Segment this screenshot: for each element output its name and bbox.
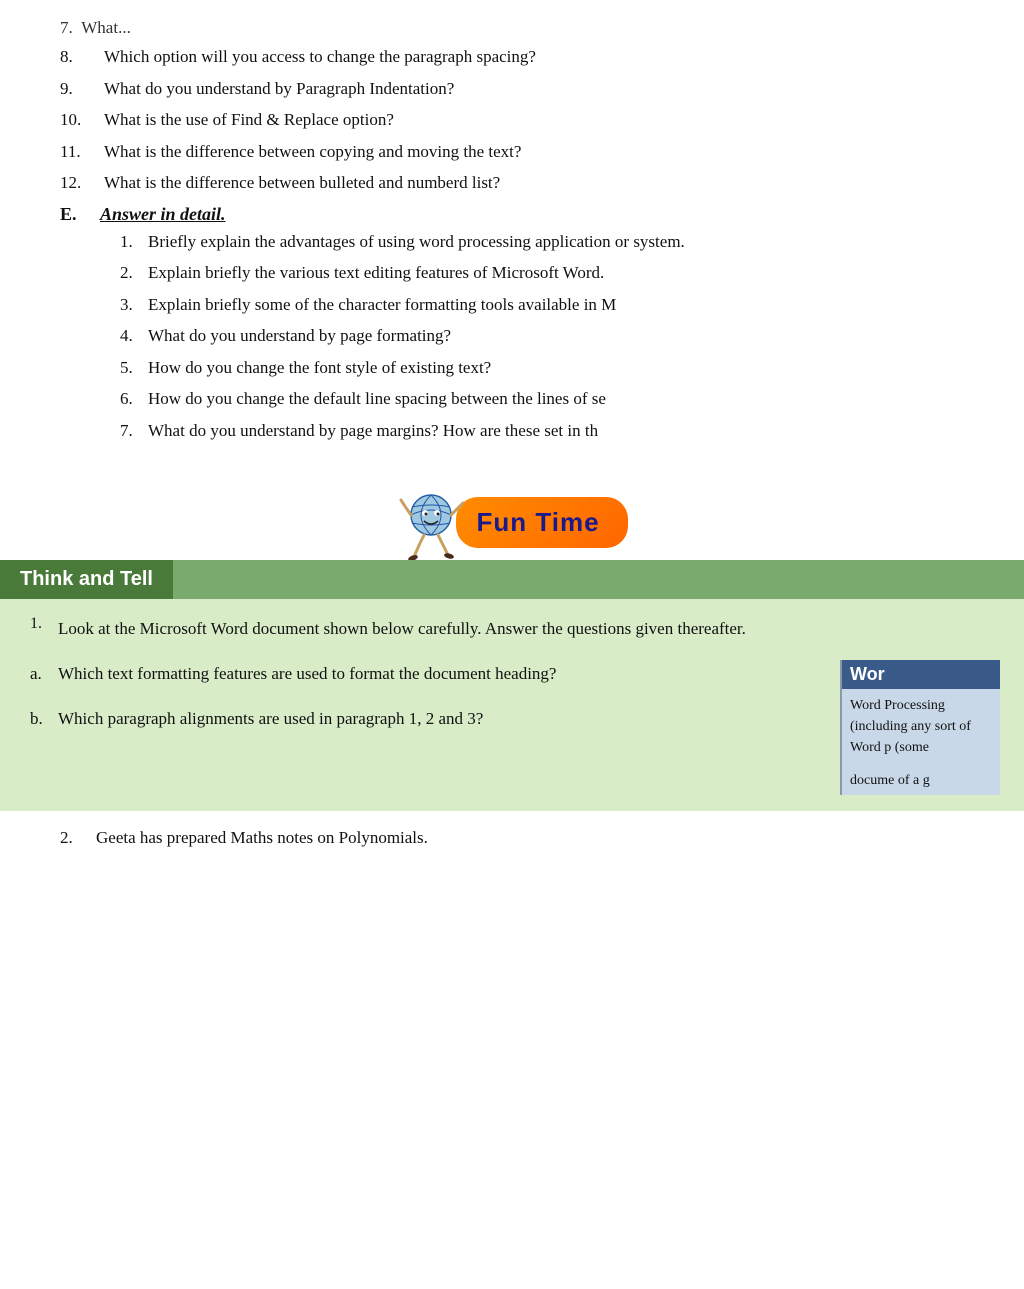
q-text: What is the difference between bulleted …: [104, 170, 994, 196]
sq-letter-b: b.: [30, 705, 58, 732]
list-item: a. Which text formatting features are us…: [30, 660, 830, 687]
question-list: 8. Which option will you access to chang…: [60, 44, 994, 196]
se-text: Explain briefly some of the character fo…: [148, 292, 994, 318]
sq-text-a: Which text formatting features are used …: [58, 660, 830, 687]
se-number: 5.: [120, 355, 148, 381]
think-and-tell-content: 1. Look at the Microsoft Word document s…: [0, 599, 1024, 811]
bq-text: Geeta has prepared Maths notes on Polyno…: [96, 825, 428, 851]
sq-letter-a: a.: [30, 660, 58, 687]
list-item: 10. What is the use of Find & Replace op…: [60, 107, 994, 133]
side-panel-header: Wor: [842, 660, 1000, 689]
list-item: 5. How do you change the font style of e…: [120, 355, 994, 381]
subquestions-left: a. Which text formatting features are us…: [30, 660, 840, 795]
fun-time-badge: Fun Time: [396, 485, 627, 560]
se-text: What do you understand by page margins? …: [148, 418, 994, 444]
se-number: 2.: [120, 260, 148, 286]
se-text: How do you change the font style of exis…: [148, 355, 994, 381]
q-number: 10.: [60, 107, 104, 133]
section-e-label: E.: [60, 204, 90, 225]
side-panel: Wor Word Processing (including any sort …: [840, 660, 1000, 795]
q-text: What is the difference between copying a…: [104, 139, 994, 165]
q-text: What do you understand by Paragraph Inde…: [104, 76, 994, 102]
list-item: 1. Briefly explain the advantages of usi…: [120, 229, 994, 255]
think-and-tell-section: Think and Tell 1. Look at the Microsoft …: [0, 560, 1024, 811]
se-number: 1.: [120, 229, 148, 255]
list-item: 4. What do you understand by page format…: [120, 323, 994, 349]
tt-q1-text: Look at the Microsoft Word document show…: [58, 615, 746, 642]
se-text: Explain briefly the various text editing…: [148, 260, 994, 286]
think-and-tell-q1: 1. Look at the Microsoft Word document s…: [30, 615, 1000, 652]
side-panel-text-bottom: docume of a g: [850, 770, 992, 791]
list-item: 9. What do you understand by Paragraph I…: [60, 76, 994, 102]
fun-time-label: Fun Time: [476, 507, 599, 538]
q-number: 11.: [60, 139, 104, 165]
list-item: 3. Explain briefly some of the character…: [120, 292, 994, 318]
q-text: What is the use of Find & Replace option…: [104, 107, 994, 133]
list-item: 11. What is the difference between copyi…: [60, 139, 994, 165]
se-number: 7.: [120, 418, 148, 444]
list-item: b. Which paragraph alignments are used i…: [30, 705, 830, 732]
list-item: 12. What is the difference between bulle…: [60, 170, 994, 196]
page: 7. What... 8. Which option will you acce…: [0, 0, 1024, 1289]
se-number: 3.: [120, 292, 148, 318]
q-number: 8.: [60, 44, 104, 70]
section-e-header: E. Answer in detail.: [60, 204, 994, 225]
q-text: Which option will you access to change t…: [104, 44, 994, 70]
partial-question-7-stub: 7. What...: [60, 18, 994, 38]
top-section: 7. What... 8. Which option will you acce…: [0, 0, 1024, 467]
side-panel-text: Word Processing (including any sort of W…: [850, 695, 992, 758]
bq-number: 2.: [60, 825, 96, 851]
se-number: 4.: [120, 323, 148, 349]
se-text: What do you understand by page formating…: [148, 323, 994, 349]
list-item: 7. What do you understand by page margin…: [120, 418, 994, 444]
q-number: 12.: [60, 170, 104, 196]
list-item: 8. Which option will you access to chang…: [60, 44, 994, 70]
sq-text-b: Which paragraph alignments are used in p…: [58, 705, 830, 732]
fun-time-area: Fun Time: [0, 485, 1024, 560]
q-number: 9.: [60, 76, 104, 102]
think-and-tell-label: Think and Tell: [20, 568, 153, 590]
subquestions-row: a. Which text formatting features are us…: [30, 660, 1000, 795]
bottom-question-2: 2. Geeta has prepared Maths notes on Pol…: [60, 825, 994, 851]
fun-time-character-icon: [396, 485, 466, 560]
section-e-title: Answer in detail.: [100, 204, 226, 225]
think-and-tell-header: Think and Tell: [0, 560, 173, 599]
section-e-questions: 1. Briefly explain the advantages of usi…: [60, 229, 994, 444]
tt-q1-number: 1.: [30, 615, 58, 633]
list-item: 2. Explain briefly the various text edit…: [120, 260, 994, 286]
se-number: 6.: [120, 386, 148, 412]
bottom-section: 2. Geeta has prepared Maths notes on Pol…: [0, 811, 1024, 861]
se-text: How do you change the default line spaci…: [148, 386, 994, 412]
fun-time-text-box: Fun Time: [456, 497, 627, 548]
se-text: Briefly explain the advantages of using …: [148, 229, 994, 255]
list-item: 6. How do you change the default line sp…: [120, 386, 994, 412]
